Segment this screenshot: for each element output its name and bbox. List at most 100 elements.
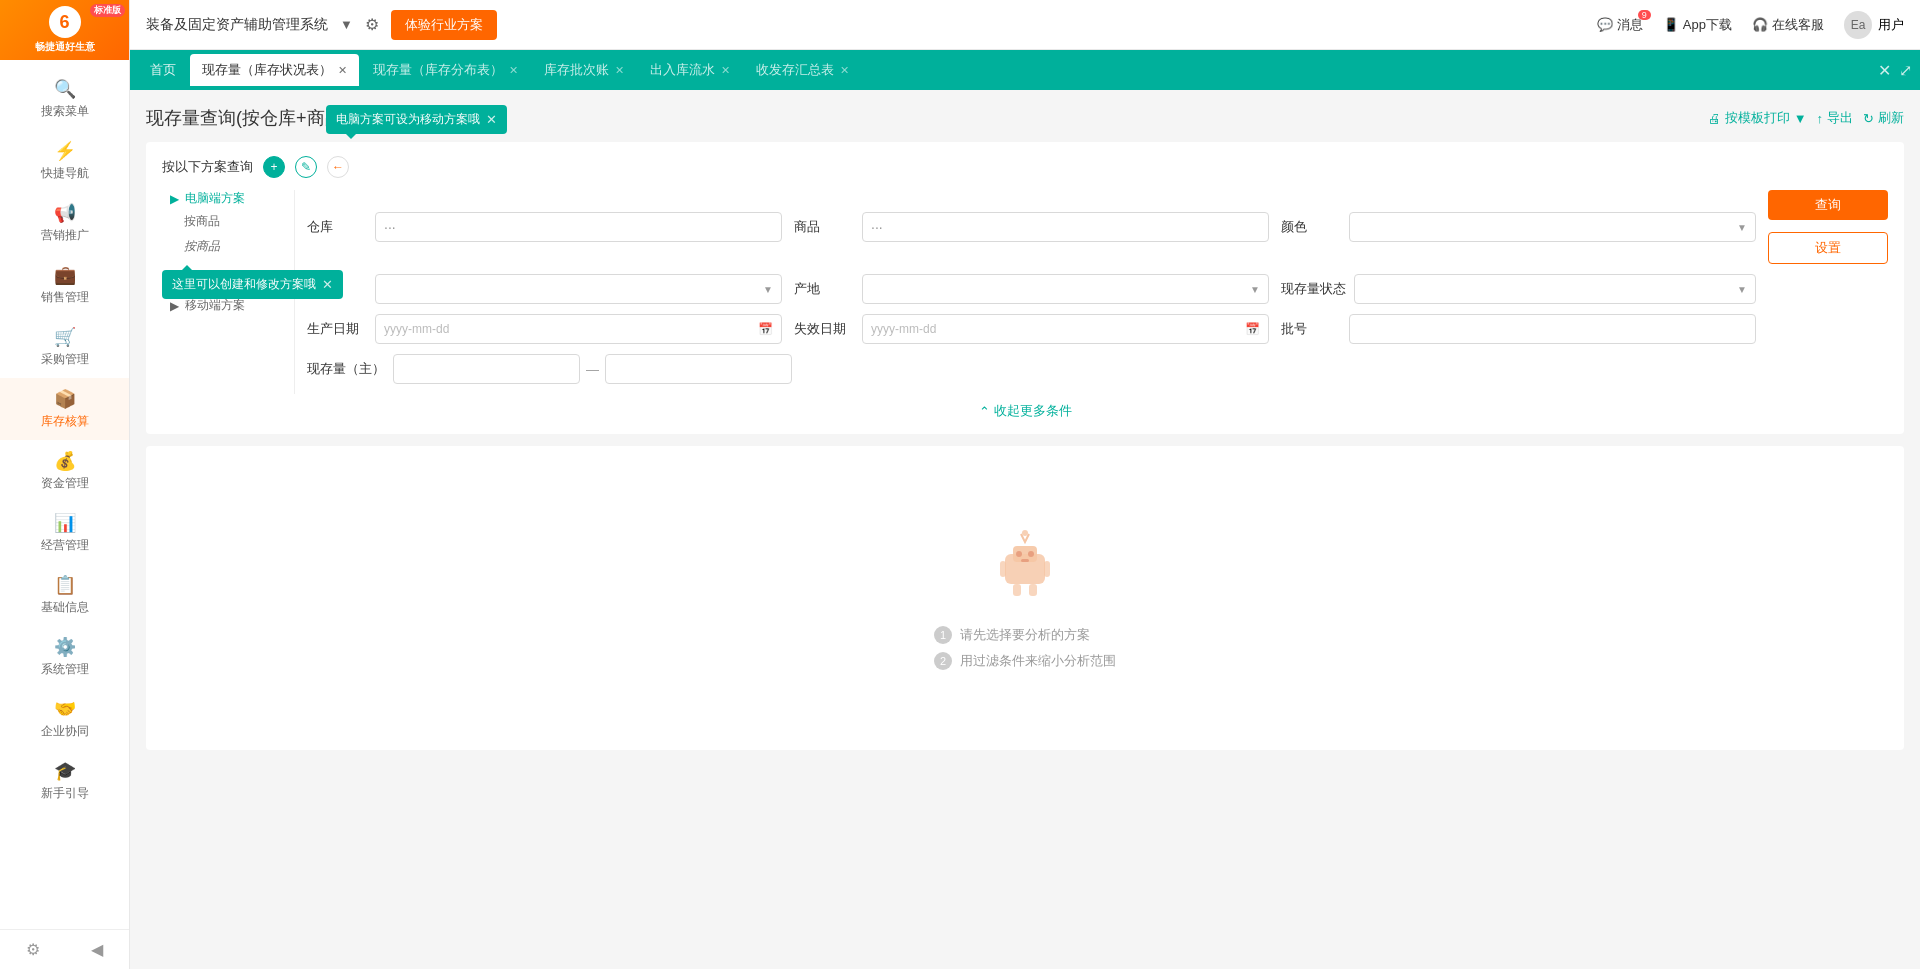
tooltip1-close-btn[interactable]: ✕ — [486, 112, 497, 127]
tab-home[interactable]: 首页 — [138, 54, 188, 86]
scheme-mobile-item[interactable]: ▶ 移动端方案 — [170, 297, 282, 314]
sidebar-item-inventory[interactable]: 📦 库存核算 — [0, 378, 129, 440]
enterprise-icon: 🤝 — [54, 698, 76, 720]
tab-inventory-dist-close[interactable]: ✕ — [509, 64, 518, 77]
edit-scheme-btn[interactable]: ✎ — [295, 156, 317, 178]
refresh-btn[interactable]: ↻ 刷新 — [1863, 109, 1904, 127]
header-right: 💬 消息 9 📱 App下载 🎧 在线客服 Ea 用户 — [1597, 11, 1904, 39]
online-service-btn[interactable]: 🎧 在线客服 — [1752, 16, 1824, 34]
sidebar-item-purchase[interactable]: 🛒 采购管理 — [0, 316, 129, 378]
sidebar-item-enterprise[interactable]: 🤝 企业协同 — [0, 688, 129, 750]
logo-badge: 标准版 — [90, 4, 125, 17]
tab-inventory-dist[interactable]: 现存量（库存分布表） ✕ — [361, 54, 530, 86]
product-input[interactable]: ··· — [862, 212, 1269, 242]
sidebar-item-finance[interactable]: 💰 资金管理 — [0, 440, 129, 502]
expiry-date-input[interactable]: yyyy-mm-dd 📅 — [862, 314, 1269, 344]
print-btn[interactable]: 🖨 按模板打印 ▼ — [1708, 109, 1807, 127]
online-service-label: 在线客服 — [1772, 16, 1824, 34]
system-dropdown-btn[interactable]: ▼ — [340, 17, 353, 32]
stock-qty-min[interactable] — [393, 354, 580, 384]
header-left: 装备及固定资产辅助管理系统 ▼ ⚙ 体验行业方案 — [146, 10, 497, 40]
tip-text-2: 用过滤条件来缩小分析范围 — [960, 652, 1116, 670]
color-select[interactable]: ▼ — [1349, 212, 1756, 242]
tab-home-label: 首页 — [150, 61, 176, 79]
refresh-icon: ↻ — [1863, 111, 1874, 126]
sidebar-item-system[interactable]: ⚙️ 系统管理 — [0, 626, 129, 688]
notice-icon: 💬 — [1597, 17, 1613, 32]
settings-footer-btn[interactable]: ⚙ — [26, 940, 40, 959]
empty-tips: 1 请先选择要分析的方案 2 用过滤条件来缩小分析范围 — [934, 626, 1116, 670]
tab-batch-account-close[interactable]: ✕ — [615, 64, 624, 77]
product-dots-icon: ··· — [871, 219, 883, 235]
headset-icon: 🎧 — [1752, 17, 1768, 32]
tooltip-pc-scheme: 电脑方案可设为移动方案哦 ✕ — [326, 105, 507, 134]
color-label: 颜色 — [1281, 218, 1341, 236]
reset-button[interactable]: 设置 — [1768, 232, 1888, 264]
tip-num-2: 2 — [934, 652, 952, 670]
sidebar-item-search[interactable]: 🔍 搜索菜单 — [0, 68, 129, 130]
sidebar-item-sales[interactable]: 💼 销售管理 — [0, 254, 129, 316]
header-gear-icon[interactable]: ⚙ — [365, 15, 379, 34]
stock-qty-max[interactable] — [605, 354, 792, 384]
warehouse-input[interactable]: ··· — [375, 212, 782, 242]
stock-qty-label: 现存量（主） — [307, 360, 385, 378]
scheme-pc-item[interactable]: ▶ 电脑端方案 — [170, 190, 282, 207]
app-download-btn[interactable]: 📱 App下载 — [1663, 16, 1732, 34]
tab-batch-account[interactable]: 库存批次账 ✕ — [532, 54, 636, 86]
sidebar-item-quicknav[interactable]: ⚡ 快捷导航 — [0, 130, 129, 192]
svg-rect-5 — [1000, 561, 1006, 577]
sidebar-item-marketing[interactable]: 📢 营销推广 — [0, 192, 129, 254]
warehouse-dots-icon: ··· — [384, 219, 396, 235]
batch-no-label: 批号 — [1281, 320, 1341, 338]
scheme-mobile-arrow: ▶ — [170, 299, 179, 313]
collapse-filter-btn[interactable]: ⌃ 收起更多条件 — [162, 402, 1888, 420]
tab-close-all-btn[interactable]: ✕ — [1878, 61, 1891, 80]
tab-inventory-status-close[interactable]: ✕ — [338, 64, 347, 77]
scheme-section: ▶ 电脑端方案 按商品 按商品 — [170, 190, 282, 257]
tab-flow-close[interactable]: ✕ — [721, 64, 730, 77]
origin-select[interactable]: ▼ — [862, 274, 1269, 304]
trial-btn[interactable]: 体验行业方案 — [391, 10, 497, 40]
add-scheme-btn[interactable]: + — [263, 156, 285, 178]
collapse-icon: ⌃ — [979, 404, 990, 419]
inventory-icon: 📦 — [54, 388, 76, 410]
tab-inventory-status[interactable]: 现存量（库存状况表） ✕ — [190, 54, 359, 86]
sidebar-item-basicinfo[interactable]: 📋 基础信息 — [0, 564, 129, 626]
export-label: 导出 — [1827, 109, 1853, 127]
tab-flow[interactable]: 出入库流水 ✕ — [638, 54, 742, 86]
collapse-sidebar-btn[interactable]: ◀ — [91, 940, 103, 959]
tooltip2-close-btn[interactable]: ✕ — [322, 277, 333, 292]
tip-num-1: 1 — [934, 626, 952, 644]
search-button[interactable]: 查询 — [1768, 190, 1888, 220]
filter-panel: 按以下方案查询 + ✎ ← 电脑方案可设为移动方案哦 ✕ — [146, 142, 1904, 434]
print-label: 按模板打印 — [1725, 109, 1790, 127]
sales-icon: 💼 — [54, 264, 76, 286]
sidebar-item-tutorial[interactable]: 🎓 新手引导 — [0, 750, 129, 812]
field-stock-qty: 现存量（主） — — [307, 354, 792, 384]
svg-rect-6 — [1044, 561, 1050, 577]
sidebar-item-business[interactable]: 📊 经营管理 — [0, 502, 129, 564]
batch-no-input[interactable] — [1349, 314, 1756, 344]
user-menu-btn[interactable]: Ea 用户 — [1844, 11, 1904, 39]
sidebar-item-finance-label: 资金管理 — [41, 475, 89, 492]
tab-maximize-btn[interactable]: ⤢ — [1899, 61, 1912, 80]
sidebar-item-tutorial-label: 新手引导 — [41, 785, 89, 802]
stock-status-dropdown-icon: ▼ — [1737, 284, 1747, 295]
notice-btn[interactable]: 💬 消息 9 — [1597, 16, 1643, 34]
export-btn[interactable]: ↑ 导出 — [1817, 109, 1854, 127]
svg-point-9 — [1022, 530, 1028, 536]
sidebar-nav: 🔍 搜索菜单 ⚡ 快捷导航 📢 营销推广 💼 销售管理 🛒 采购管理 📦 库存核… — [0, 60, 129, 929]
svg-point-2 — [1016, 551, 1022, 557]
collapse-label: 收起更多条件 — [994, 402, 1072, 420]
size-select[interactable]: ▼ — [375, 274, 782, 304]
size-dropdown-icon: ▼ — [763, 284, 773, 295]
arrow-scheme-btn[interactable]: ← — [327, 156, 349, 178]
sidebar-item-purchase-label: 采购管理 — [41, 351, 89, 368]
field-expiry-date: 失效日期 yyyy-mm-dd 📅 — [794, 314, 1269, 344]
tab-summary-close[interactable]: ✕ — [840, 64, 849, 77]
tab-summary[interactable]: 收发存汇总表 ✕ — [744, 54, 861, 86]
filter-label: 按以下方案查询 — [162, 158, 253, 176]
stock-status-select[interactable]: ▼ — [1354, 274, 1756, 304]
expiry-date-placeholder: yyyy-mm-dd — [871, 322, 936, 336]
production-date-input[interactable]: yyyy-mm-dd 📅 — [375, 314, 782, 344]
